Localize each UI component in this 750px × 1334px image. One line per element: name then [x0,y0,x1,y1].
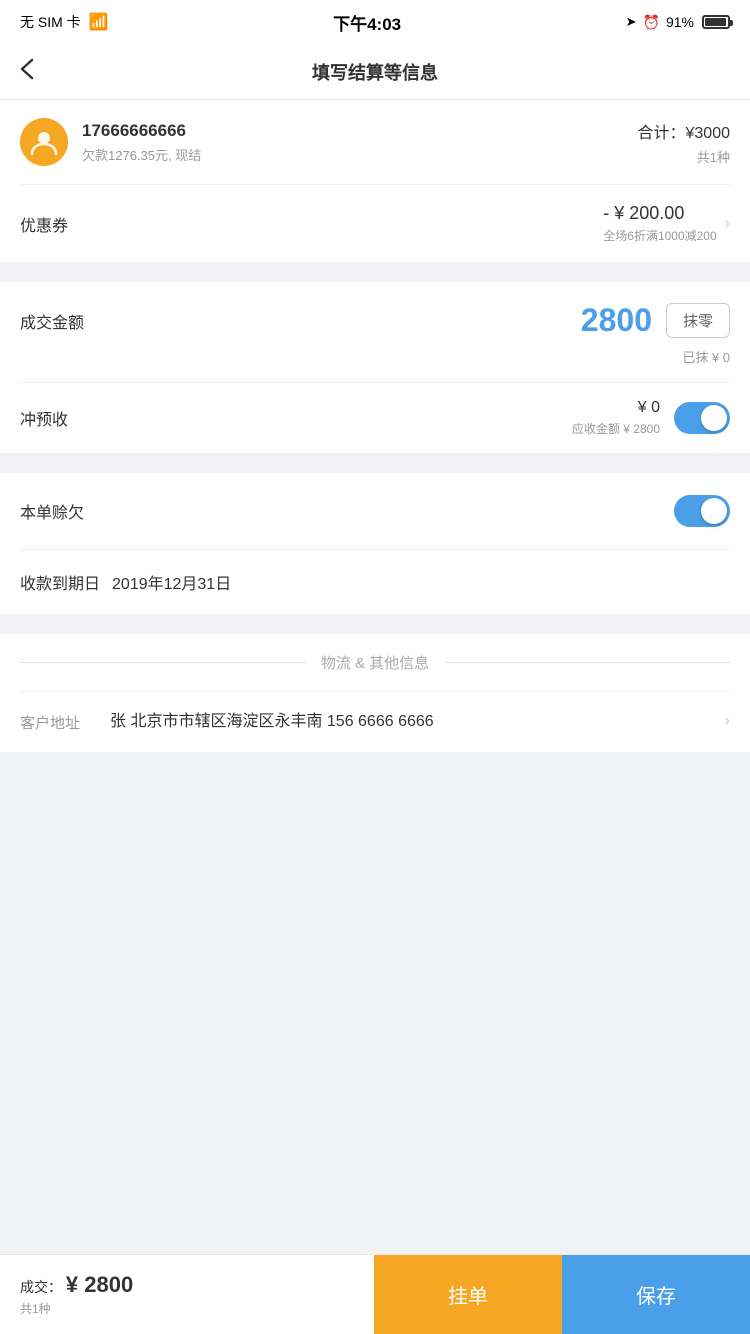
order-count: 共1种 [638,147,731,166]
debt-label: 本单赊欠 [20,499,84,523]
status-right: ➤ ⏰ 91% [626,14,730,31]
logistics-title: 物流 & 其他信息 [321,652,429,673]
duedate-value: 2019年12月31日 [112,570,231,594]
customer-info: 17666666666 欠款1276.35元, 现结 [82,121,201,164]
prepaid-label: 冲预收 [20,406,68,430]
customer-right: 合计：¥3000 共1种 [638,119,731,166]
amount-sub: 已抹 ¥ 0 [0,347,750,382]
deal-count: 共1种 [20,1300,354,1317]
debt-toggle[interactable] [674,495,730,527]
bottom-spacer [0,762,750,852]
customer-row: 17666666666 欠款1276.35元, 现结 合计：¥3000 共1种 [0,100,750,184]
alarm-icon: ⏰ [643,14,660,31]
coupon-desc: 全场6折满1000减200 [603,227,716,244]
prepaid-amount: ¥ 0 应收金额 ¥ 2800 [572,399,660,437]
duedate-label: 收款到期日 [20,570,100,594]
save-button[interactable]: 保存 [562,1255,750,1334]
avatar [20,118,68,166]
coupon-chevron-icon: › [725,215,730,233]
coupon-info: - ¥ 200.00 全场6折满1000减200 [603,203,716,244]
address-chevron-icon: › [725,712,730,730]
logistics-header: 物流 & 其他信息 [0,634,750,691]
round-button[interactable]: 抹零 [666,303,730,338]
duedate-row: 收款到期日 2019年12月31日 [0,550,750,614]
gray-separator-1 [0,272,750,282]
amount-section: 成交金额 2800 抹零 已抹 ¥ 0 冲预收 ¥ 0 应收金额 ¥ 2800 [0,282,750,453]
battery-icon [702,15,730,29]
bottom-info: 成交： ¥ 2800 共1种 [0,1272,374,1317]
status-time: 下午4:03 [333,10,401,35]
customer-section: 17666666666 欠款1276.35元, 现结 合计：¥3000 共1种 … [0,100,750,262]
deal-label: 成交： ¥ 2800 [20,1272,354,1298]
prepaid-main: ¥ 0 [572,399,660,417]
page-title: 填写结算等信息 [312,59,438,85]
wifi-icon: 📶 [89,12,109,32]
customer-debt: 欠款1276.35元, 现结 [82,145,201,164]
gray-separator-2 [0,463,750,473]
status-bar: 无 SIM 卡 📶 下午4:03 ➤ ⏰ 91% [0,0,750,44]
prepaid-row: 冲预收 ¥ 0 应收金额 ¥ 2800 [0,383,750,453]
gps-icon: ➤ [626,14,637,30]
gray-separator-3 [0,624,750,634]
debt-toggle-knob [701,498,727,524]
coupon-right: - ¥ 200.00 全场6折满1000减200 › [603,203,730,244]
amount-row: 成交金额 2800 抹零 [0,282,750,347]
logistics-section: 物流 & 其他信息 客户地址 张 北京市市辖区海淀区永丰南 156 6666 6… [0,634,750,752]
hold-button[interactable]: 挂单 [374,1255,562,1334]
battery-percent: 91% [666,14,694,30]
nav-bar: 填写结算等信息 [0,44,750,100]
logistics-line-right [445,662,730,663]
coupon-discount: - ¥ 200.00 [603,203,716,224]
logistics-line-left [20,662,305,663]
deal-amount: ¥ 2800 [66,1272,133,1297]
address-value: 张 北京市市辖区海淀区永丰南 156 6666 6666 [110,710,705,734]
customer-phone: 17666666666 [82,121,201,141]
coupon-row[interactable]: 优惠券 - ¥ 200.00 全场6折满1000减200 › [0,185,750,262]
order-total: 合计：¥3000 [638,119,731,143]
coupon-label: 优惠券 [20,212,68,236]
debt-section: 本单赊欠 收款到期日 2019年12月31日 [0,473,750,614]
prepaid-right: ¥ 0 应收金额 ¥ 2800 [572,399,730,437]
sim-status: 无 SIM 卡 [20,12,81,32]
back-button[interactable] [12,50,42,94]
address-row[interactable]: 客户地址 张 北京市市辖区海淀区永丰南 156 6666 6666 › [0,692,750,752]
toggle-knob [701,405,727,431]
amount-label: 成交金额 [20,309,84,333]
amount-right: 2800 抹零 [581,302,730,339]
address-label: 客户地址 [20,710,90,733]
status-left: 无 SIM 卡 📶 [20,12,109,32]
customer-left: 17666666666 欠款1276.35元, 现结 [20,118,201,166]
bottom-bar: 成交： ¥ 2800 共1种 挂单 保存 [0,1254,750,1334]
debt-row: 本单赊欠 [0,473,750,549]
prepaid-toggle[interactable] [674,402,730,434]
deal-label-text: 成交： [20,1279,62,1295]
prepaid-sub: 应收金额 ¥ 2800 [572,420,660,437]
amount-value: 2800 [581,302,652,339]
